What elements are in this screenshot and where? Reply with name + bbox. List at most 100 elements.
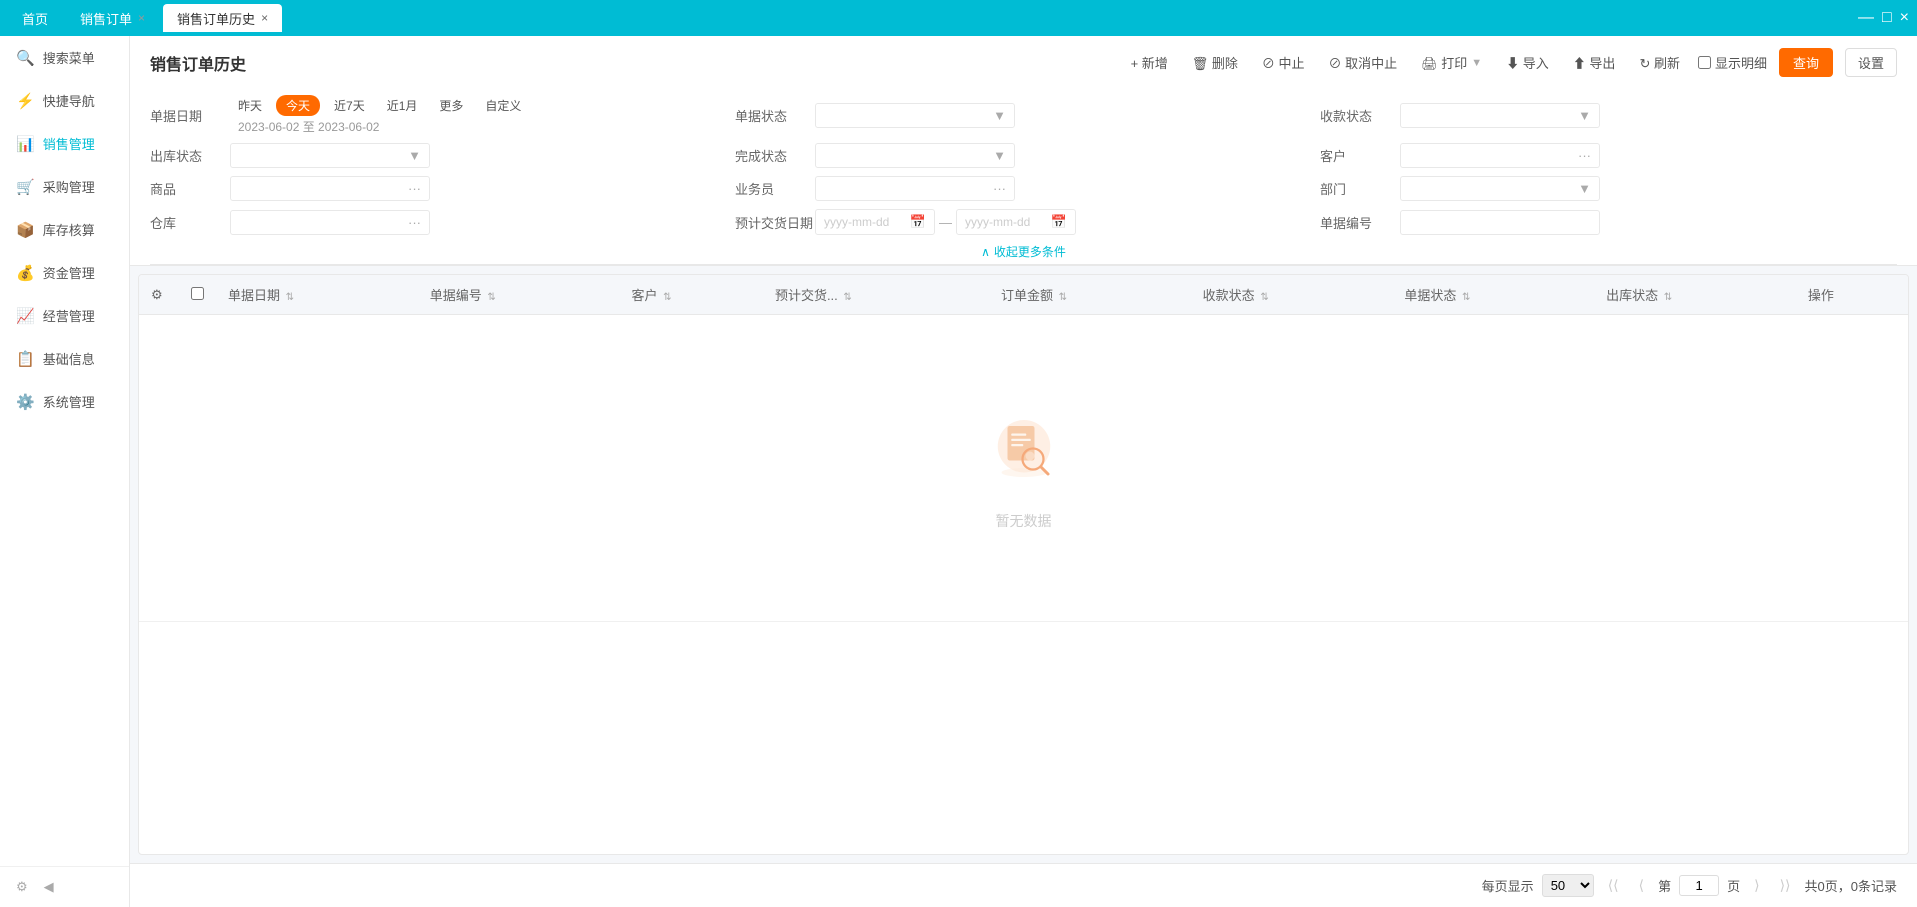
complete-status-select[interactable]: ▼ xyxy=(815,143,1015,168)
calendar-from-icon[interactable]: 📅 xyxy=(910,214,926,230)
warehouse-select[interactable]: ··· xyxy=(230,210,430,235)
tab-bar: 首页 销售订单 × 销售订单历史 × — □ × xyxy=(0,0,1917,36)
sidebar-item-operations[interactable]: 📈 经营管理 xyxy=(0,294,129,337)
empty-state-cell: 暂无数据 xyxy=(139,315,1908,622)
date-btn-today[interactable]: 今天 xyxy=(276,95,320,116)
sort-bill-no-icon: ⇅ xyxy=(487,292,495,303)
date-btn-1month[interactable]: 近1月 xyxy=(379,95,426,116)
th-receipt-status[interactable]: 收款状态 ⇅ xyxy=(1191,275,1393,315)
bill-status-select[interactable]: ▼ xyxy=(815,103,1015,128)
calendar-to-icon[interactable]: 📅 xyxy=(1051,214,1067,230)
complete-status-chevron: ▼ xyxy=(993,148,1006,163)
th-order-amount[interactable]: 订单金额 ⇅ xyxy=(989,275,1191,315)
filter-receipt-status: 收款状态 ▼ xyxy=(1320,103,1897,128)
sidebar-item-quick-nav[interactable]: ⚡ 快捷导航 xyxy=(0,79,129,122)
sidebar-item-finance[interactable]: 💰 资金管理 xyxy=(0,251,129,294)
filter-warehouse: 仓库 ··· xyxy=(150,210,727,235)
last-page-btn[interactable]: ⟩⟩ xyxy=(1774,875,1797,896)
tab-sales-order-history-close[interactable]: × xyxy=(261,11,268,25)
customer-ellipsis[interactable]: ··· xyxy=(1578,148,1591,163)
goods-ellipsis[interactable]: ··· xyxy=(408,181,421,196)
sidebar-item-system[interactable]: ⚙️ 系统管理 xyxy=(0,380,129,423)
filter-bill-no: 单据编号 xyxy=(1320,210,1897,235)
sort-receipt-status-icon: ⇅ xyxy=(1260,292,1268,303)
salesperson-ellipsis[interactable]: ··· xyxy=(993,181,1006,196)
sidebar: 🔍 搜索菜单 ⚡ 快捷导航 📊 销售管理 🛒 采购管理 📦 库存核算 💰 资金管… xyxy=(0,36,130,907)
delete-btn[interactable]: 🗑 删除 xyxy=(1186,49,1244,76)
import-btn[interactable]: ⬇ 导入 xyxy=(1500,49,1555,76)
sidebar-item-basic-info[interactable]: 📋 基础信息 xyxy=(0,337,129,380)
sidebar-item-purchase-mgmt[interactable]: 🛒 采购管理 xyxy=(0,165,129,208)
date-btn-custom[interactable]: 自定义 xyxy=(477,95,529,116)
th-delivery-status[interactable]: 出库状态 ⇅ xyxy=(1594,275,1796,315)
minimize-btn[interactable]: — xyxy=(1858,9,1874,27)
sidebar-item-search-menu[interactable]: 🔍 搜索菜单 xyxy=(0,36,129,79)
customer-select[interactable]: ··· xyxy=(1400,143,1600,168)
filter-delivery-date: 预计交货日期 yyyy-mm-dd 📅 — yyyy-mm-dd 📅 xyxy=(735,209,1312,235)
th-delivery-date[interactable]: 预计交货... ⇅ xyxy=(763,275,989,315)
select-all-checkbox[interactable] xyxy=(191,287,204,300)
salesperson-select[interactable]: ··· xyxy=(815,176,1015,201)
th-bill-date[interactable]: 单据日期 ⇅ xyxy=(216,275,418,315)
department-select[interactable]: ▼ xyxy=(1400,176,1600,201)
settings-btn[interactable]: 设置 xyxy=(1845,48,1897,77)
purchase-mgmt-icon: 🛒 xyxy=(16,178,35,196)
filter-area: 单据日期 昨天 今天 近7天 近1月 更多 自定义 2023-06-02 至 2… xyxy=(150,87,1897,265)
empty-state: 暂无数据 xyxy=(151,325,1896,611)
th-customer[interactable]: 客户 ⇅ xyxy=(619,275,762,315)
main-layout: 🔍 搜索菜单 ⚡ 快捷导航 📊 销售管理 🛒 采购管理 📦 库存核算 💰 资金管… xyxy=(0,36,1917,907)
date-btn-yesterday[interactable]: 昨天 xyxy=(230,95,270,116)
sort-customer-icon: ⇅ xyxy=(663,292,671,303)
filter-complete-status: 完成状态 ▼ xyxy=(735,143,1312,168)
sidebar-item-inventory[interactable]: 📦 库存核算 xyxy=(0,208,129,251)
cancel-stop-btn[interactable]: ⊘ 取消中止 xyxy=(1323,49,1404,76)
receipt-status-select[interactable]: ▼ xyxy=(1400,103,1600,128)
page-label: 页 xyxy=(1727,876,1740,895)
th-bill-no[interactable]: 单据编号 ⇅ xyxy=(418,275,620,315)
maximize-btn[interactable]: □ xyxy=(1882,9,1892,27)
bill-no-input[interactable] xyxy=(1400,210,1600,235)
delivery-date-to[interactable]: yyyy-mm-dd 📅 xyxy=(956,209,1076,235)
collapse-bar[interactable]: ∧ 收起更多条件 xyxy=(150,239,1897,264)
th-settings[interactable]: ⚙ xyxy=(139,275,179,315)
first-page-btn[interactable]: ⟨⟨ xyxy=(1602,875,1625,896)
print-btn[interactable]: 🖨 打印 ▼ xyxy=(1415,49,1488,76)
date-btn-more[interactable]: 更多 xyxy=(431,95,471,116)
sidebar-bottom: ⚙ ◀ xyxy=(0,866,129,907)
tab-sales-order-history[interactable]: 销售订单历史 × xyxy=(163,4,282,32)
empty-text: 暂无数据 xyxy=(996,511,1052,531)
sidebar-item-sales-mgmt[interactable]: 📊 销售管理 xyxy=(0,122,129,165)
department-chevron: ▼ xyxy=(1578,181,1591,196)
stop-btn[interactable]: ⊘ 中止 xyxy=(1256,49,1311,76)
refresh-btn[interactable]: ↻ 刷新 xyxy=(1633,49,1686,76)
next-page-btn[interactable]: ⟩ xyxy=(1748,875,1765,896)
prev-page-btn[interactable]: ⟨ xyxy=(1633,875,1650,896)
page-title: 销售订单历史 xyxy=(150,51,246,75)
warehouse-ellipsis[interactable]: ··· xyxy=(408,215,421,230)
settings-icon[interactable]: ⚙ xyxy=(151,287,163,302)
tab-sales-order-close[interactable]: × xyxy=(138,11,145,25)
filter-bill-status: 单据状态 ▼ xyxy=(735,103,1312,128)
delivery-date-from[interactable]: yyyy-mm-dd 📅 xyxy=(815,209,935,235)
display-detail-input[interactable] xyxy=(1698,56,1711,69)
page-input[interactable]: 1 xyxy=(1679,875,1719,896)
sidebar-collapse-icon[interactable]: ◀ xyxy=(44,879,54,895)
filter-delivery-status: 出库状态 ▼ xyxy=(150,143,727,168)
page-size-select[interactable]: 20 50 100 xyxy=(1542,874,1594,897)
close-btn[interactable]: × xyxy=(1900,9,1909,27)
sidebar-settings-icon[interactable]: ⚙ xyxy=(16,879,28,895)
export-btn[interactable]: ⬆ 导出 xyxy=(1567,49,1622,76)
th-checkbox[interactable] xyxy=(179,275,216,315)
display-detail-checkbox[interactable]: 显示明细 xyxy=(1698,53,1767,72)
query-btn[interactable]: 查询 xyxy=(1779,48,1833,77)
date-btn-7days[interactable]: 近7天 xyxy=(326,95,373,116)
tab-home[interactable]: 首页 xyxy=(8,4,62,32)
tab-sales-order[interactable]: 销售订单 × xyxy=(66,4,159,32)
filter-customer: 客户 ··· xyxy=(1320,143,1897,168)
sort-bill-status-icon: ⇅ xyxy=(1462,292,1470,303)
goods-select[interactable]: ··· xyxy=(230,176,430,201)
date-range-text: 2023-06-02 至 2023-06-02 xyxy=(238,118,529,135)
delivery-status-select[interactable]: ▼ xyxy=(230,143,430,168)
th-bill-status[interactable]: 单据状态 ⇅ xyxy=(1392,275,1594,315)
new-btn[interactable]: + 新增 xyxy=(1125,49,1174,76)
